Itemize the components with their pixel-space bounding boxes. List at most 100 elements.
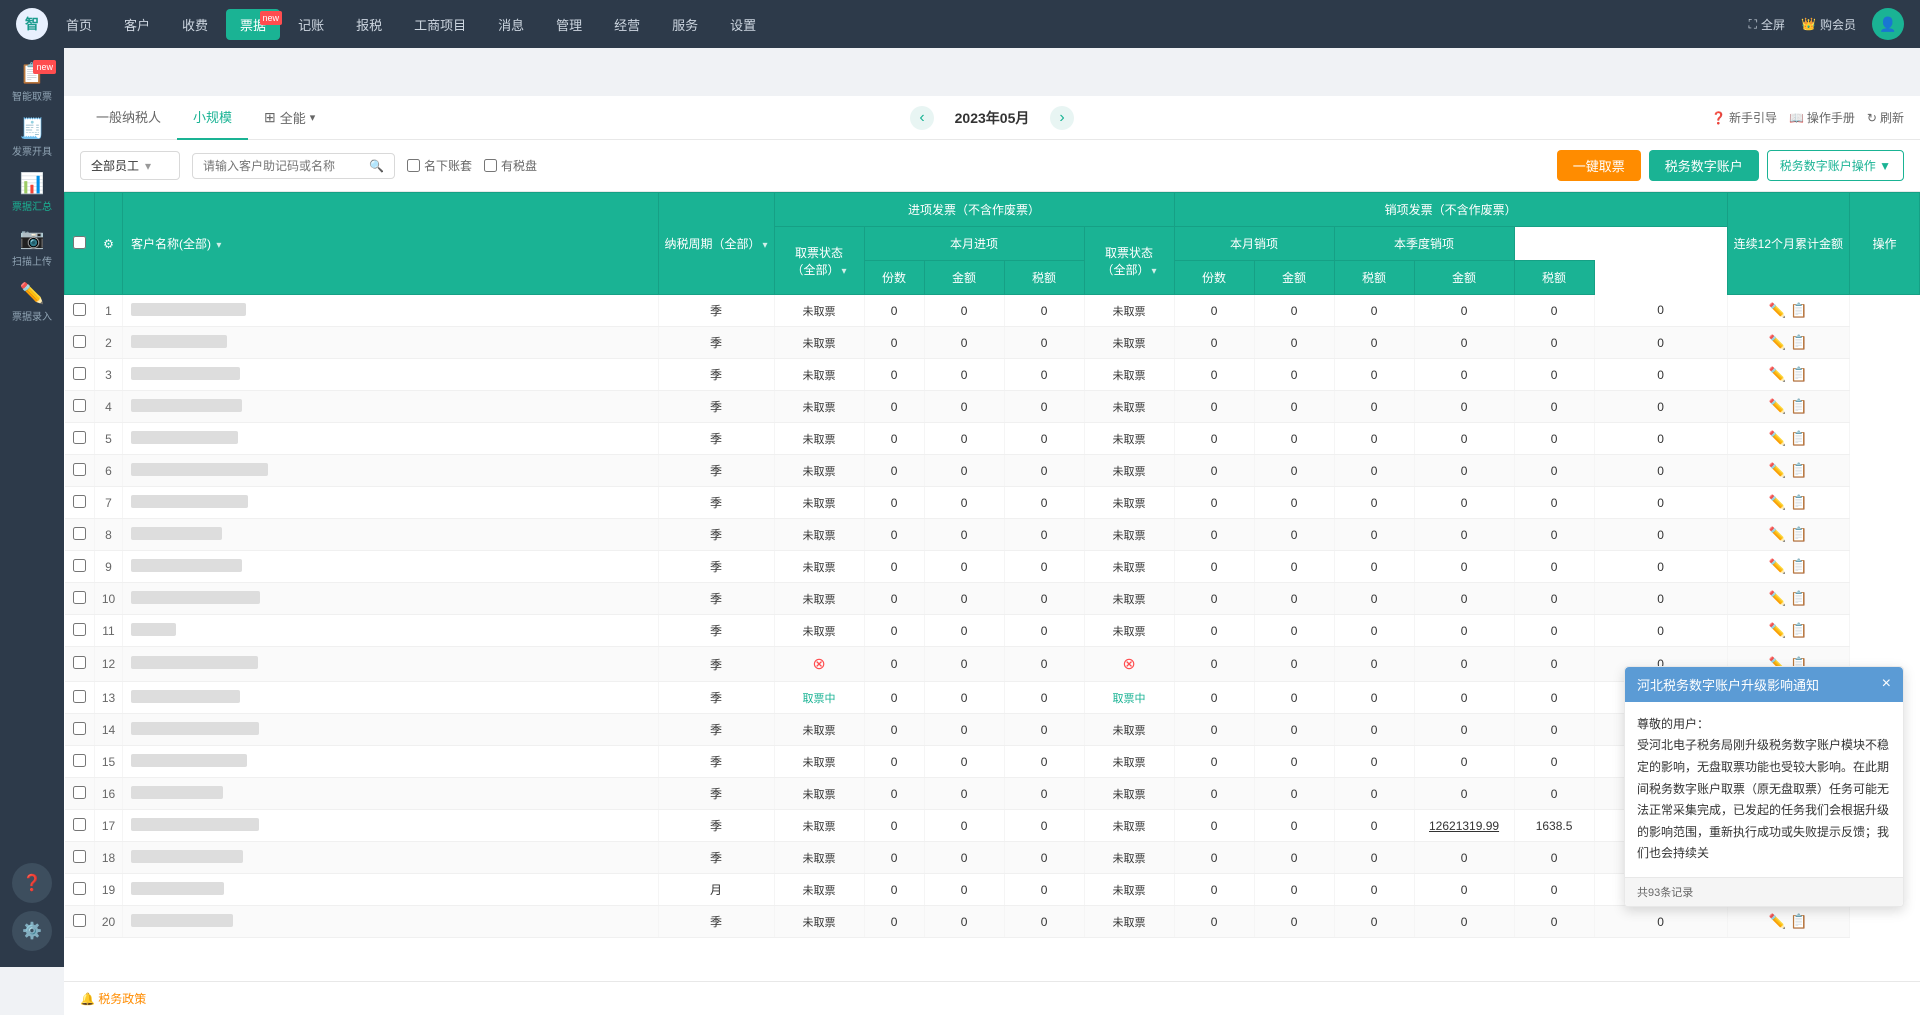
edit-icon[interactable]: ✏️: [1769, 526, 1786, 543]
row-checkbox[interactable]: [65, 810, 95, 842]
search-input[interactable]: [203, 159, 363, 173]
row-customer-name[interactable]: [123, 519, 659, 551]
row-customer-name[interactable]: [123, 714, 659, 746]
row-checkbox[interactable]: [65, 615, 95, 647]
copy-icon[interactable]: 📋: [1790, 494, 1807, 511]
row-customer-name[interactable]: [123, 906, 659, 938]
logo[interactable]: 智: [16, 8, 48, 40]
row-customer-name[interactable]: [123, 455, 659, 487]
row-checkbox[interactable]: [65, 842, 95, 874]
edit-icon[interactable]: ✏️: [1769, 558, 1786, 575]
row-customer-name[interactable]: [123, 359, 659, 391]
copy-icon[interactable]: 📋: [1790, 398, 1807, 415]
row-checkbox[interactable]: [65, 359, 95, 391]
copy-icon[interactable]: 📋: [1790, 622, 1807, 639]
edit-icon[interactable]: ✏️: [1769, 913, 1786, 930]
search-icon[interactable]: 🔍: [369, 159, 384, 173]
row-customer-name[interactable]: [123, 778, 659, 810]
filter-youshupan[interactable]: 有税盘: [484, 157, 537, 174]
edit-icon[interactable]: ✏️: [1769, 622, 1786, 639]
copy-icon[interactable]: 📋: [1790, 558, 1807, 575]
row-customer-name[interactable]: [123, 682, 659, 714]
row-customer-name[interactable]: [123, 327, 659, 359]
nav-item-settings[interactable]: 设置: [716, 9, 770, 40]
refresh-btn[interactable]: ↻ 刷新: [1867, 109, 1904, 126]
copy-icon[interactable]: 📋: [1790, 430, 1807, 447]
tax-policy-link[interactable]: 🔔 税务政策: [80, 990, 146, 1007]
minxia-checkbox[interactable]: [407, 159, 420, 172]
edit-icon[interactable]: ✏️: [1769, 462, 1786, 479]
select-all-checkbox[interactable]: [73, 236, 86, 249]
edit-icon[interactable]: ✏️: [1769, 430, 1786, 447]
row-customer-name[interactable]: [123, 615, 659, 647]
row-customer-name[interactable]: [123, 746, 659, 778]
nav-item-ticket[interactable]: 票据 new: [226, 9, 280, 40]
row-checkbox[interactable]: [65, 391, 95, 423]
row-customer-name[interactable]: [123, 295, 659, 327]
period-next-btn[interactable]: ›: [1050, 106, 1074, 130]
edit-icon[interactable]: ✏️: [1769, 398, 1786, 415]
row-checkbox[interactable]: [65, 487, 95, 519]
copy-icon[interactable]: 📋: [1790, 366, 1807, 383]
nav-item-customer[interactable]: 客户: [110, 9, 164, 40]
sidebar-item-scan-upload[interactable]: 📷 扫描上传: [4, 221, 60, 276]
row-checkbox[interactable]: [65, 647, 95, 682]
member-btn[interactable]: 👑 购会员: [1801, 16, 1856, 33]
yijian-quapiao-btn[interactable]: 一键取票: [1557, 150, 1641, 181]
shuiwu-digital-op-btn[interactable]: 税务数字账户操作 ▼: [1767, 150, 1904, 181]
th-customer-name[interactable]: 客户名称(全部) ▾: [123, 193, 659, 295]
guide-btn[interactable]: ❓ 新手引导: [1711, 109, 1777, 126]
tab-xiaogui[interactable]: 小规模: [177, 96, 248, 140]
th-jin-status[interactable]: 取票状态（全部）▾: [774, 227, 864, 295]
copy-icon[interactable]: 📋: [1790, 913, 1807, 930]
nav-item-manage[interactable]: 管理: [542, 9, 596, 40]
notif-close-btn[interactable]: ×: [1882, 675, 1891, 693]
sidebar-item-ticket-entry[interactable]: ✏️ 票据录入: [4, 276, 60, 331]
row-customer-name[interactable]: [123, 551, 659, 583]
filter-minxia[interactable]: 名下账套: [407, 157, 472, 174]
edit-icon[interactable]: ✏️: [1769, 302, 1786, 319]
row-checkbox[interactable]: [65, 519, 95, 551]
row-customer-name[interactable]: [123, 810, 659, 842]
edit-icon[interactable]: ✏️: [1769, 366, 1786, 383]
fullscreen-btn[interactable]: ⛶ 全屏: [1749, 16, 1785, 33]
row-customer-name[interactable]: [123, 842, 659, 874]
row-checkbox[interactable]: [65, 714, 95, 746]
manual-btn[interactable]: 📖 操作手册: [1789, 109, 1855, 126]
shuiwu-digital-btn[interactable]: 税务数字账户: [1649, 150, 1759, 181]
row-customer-name[interactable]: [123, 583, 659, 615]
youshupan-checkbox[interactable]: [484, 159, 497, 172]
edit-icon[interactable]: ✏️: [1769, 334, 1786, 351]
sidebar-item-smart-ticket[interactable]: 📋 智能取票 new: [4, 56, 60, 111]
row-checkbox[interactable]: [65, 455, 95, 487]
row-checkbox[interactable]: [65, 906, 95, 938]
tab-quaneng[interactable]: ⊞ 全能 ▾: [248, 96, 331, 139]
nav-item-operation[interactable]: 经营: [600, 9, 654, 40]
copy-icon[interactable]: 📋: [1790, 334, 1807, 351]
copy-icon[interactable]: 📋: [1790, 590, 1807, 607]
employee-filter[interactable]: 全部员工 ▾: [80, 151, 180, 180]
row-checkbox[interactable]: [65, 778, 95, 810]
th-checkbox[interactable]: [65, 193, 95, 295]
th-settings[interactable]: ⚙: [95, 193, 123, 295]
tab-yiban[interactable]: 一般纳税人: [80, 96, 177, 140]
row-customer-name[interactable]: [123, 487, 659, 519]
row-customer-name[interactable]: [123, 391, 659, 423]
copy-icon[interactable]: 📋: [1790, 526, 1807, 543]
sidebar-help-btn[interactable]: ❓: [12, 863, 52, 903]
row-checkbox[interactable]: [65, 423, 95, 455]
nav-item-service[interactable]: 服务: [658, 9, 712, 40]
user-avatar[interactable]: 👤: [1872, 8, 1904, 40]
row-checkbox[interactable]: [65, 295, 95, 327]
row-checkbox[interactable]: [65, 551, 95, 583]
nav-item-fee[interactable]: 收费: [168, 9, 222, 40]
copy-icon[interactable]: 📋: [1790, 462, 1807, 479]
edit-icon[interactable]: ✏️: [1769, 590, 1786, 607]
row-checkbox[interactable]: [65, 682, 95, 714]
row-customer-name[interactable]: [123, 423, 659, 455]
row-checkbox[interactable]: [65, 746, 95, 778]
edit-icon[interactable]: ✏️: [1769, 494, 1786, 511]
sidebar-item-invoice-open[interactable]: 🧾 发票开具: [4, 111, 60, 166]
copy-icon[interactable]: 📋: [1790, 302, 1807, 319]
sidebar-settings-btn[interactable]: ⚙️: [12, 911, 52, 951]
